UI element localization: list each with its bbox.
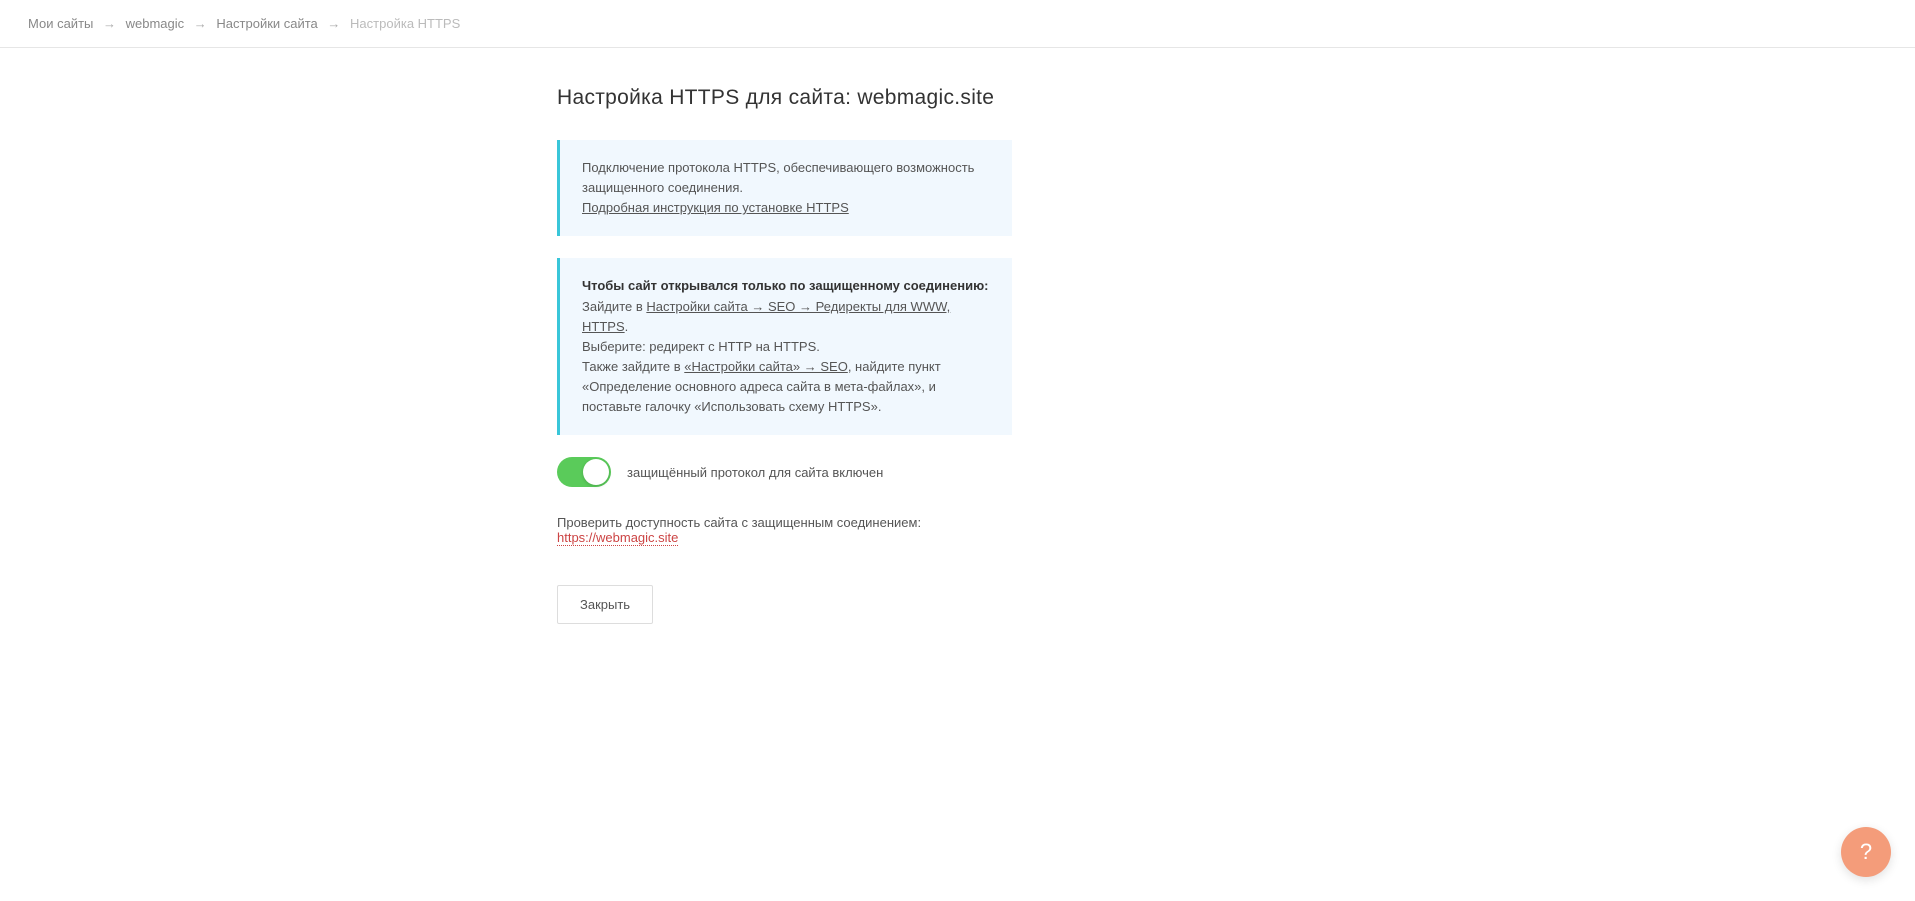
https-toggle-label: защищённый протокол для сайта включен xyxy=(627,465,883,480)
breadcrumb: Мои сайты → webmagic → Настройки сайта →… xyxy=(0,0,1915,48)
breadcrumb-site-settings[interactable]: Настройки сайта xyxy=(216,16,317,31)
close-button[interactable]: Закрыть xyxy=(557,585,653,624)
check-availability: Проверить доступность сайта с защищенным… xyxy=(557,515,1012,545)
breadcrumb-sep: → xyxy=(103,16,116,31)
info-intro-link[interactable]: Подробная инструкция по установке HTTPS xyxy=(582,200,849,215)
info-redirect-line2: Выберите: редирект с HTTP на HTTPS. xyxy=(582,339,820,354)
help-button[interactable]: ? xyxy=(1841,827,1891,877)
breadcrumb-current: Настройка HTTPS xyxy=(350,16,460,31)
info-redirect-line1-prefix: Зайдите в xyxy=(582,299,646,314)
main-content: Настройка HTTPS для сайта: webmagic.site… xyxy=(557,86,1012,624)
check-url-link[interactable]: https://webmagic.site xyxy=(557,530,678,546)
info-box-intro: Подключение протокола HTTPS, обеспечиваю… xyxy=(557,140,1012,236)
help-icon: ? xyxy=(1860,839,1872,865)
breadcrumb-sep: → xyxy=(194,16,207,31)
info-redirect-line3-prefix: Также зайдите в xyxy=(582,359,684,374)
https-toggle[interactable] xyxy=(557,457,611,487)
page-title: Настройка HTTPS для сайта: webmagic.site xyxy=(557,86,1012,110)
check-prefix: Проверить доступность сайта с защищенным… xyxy=(557,515,921,530)
info-intro-text: Подключение протокола HTTPS, обеспечиваю… xyxy=(582,160,974,195)
toggle-knob xyxy=(583,459,609,485)
info-redirect-heading: Чтобы сайт открывался только по защищенн… xyxy=(582,278,989,293)
info-redirect-link2[interactable]: «Настройки сайта» → SEO xyxy=(684,359,848,374)
https-toggle-row: защищённый протокол для сайта включен xyxy=(557,457,1012,487)
breadcrumb-site-name[interactable]: webmagic xyxy=(126,16,185,31)
breadcrumb-sep: → xyxy=(327,16,340,31)
breadcrumb-my-sites[interactable]: Мои сайты xyxy=(28,16,93,31)
info-box-redirect: Чтобы сайт открывался только по защищенн… xyxy=(557,258,1012,435)
info-redirect-line1-suffix: . xyxy=(625,319,629,334)
